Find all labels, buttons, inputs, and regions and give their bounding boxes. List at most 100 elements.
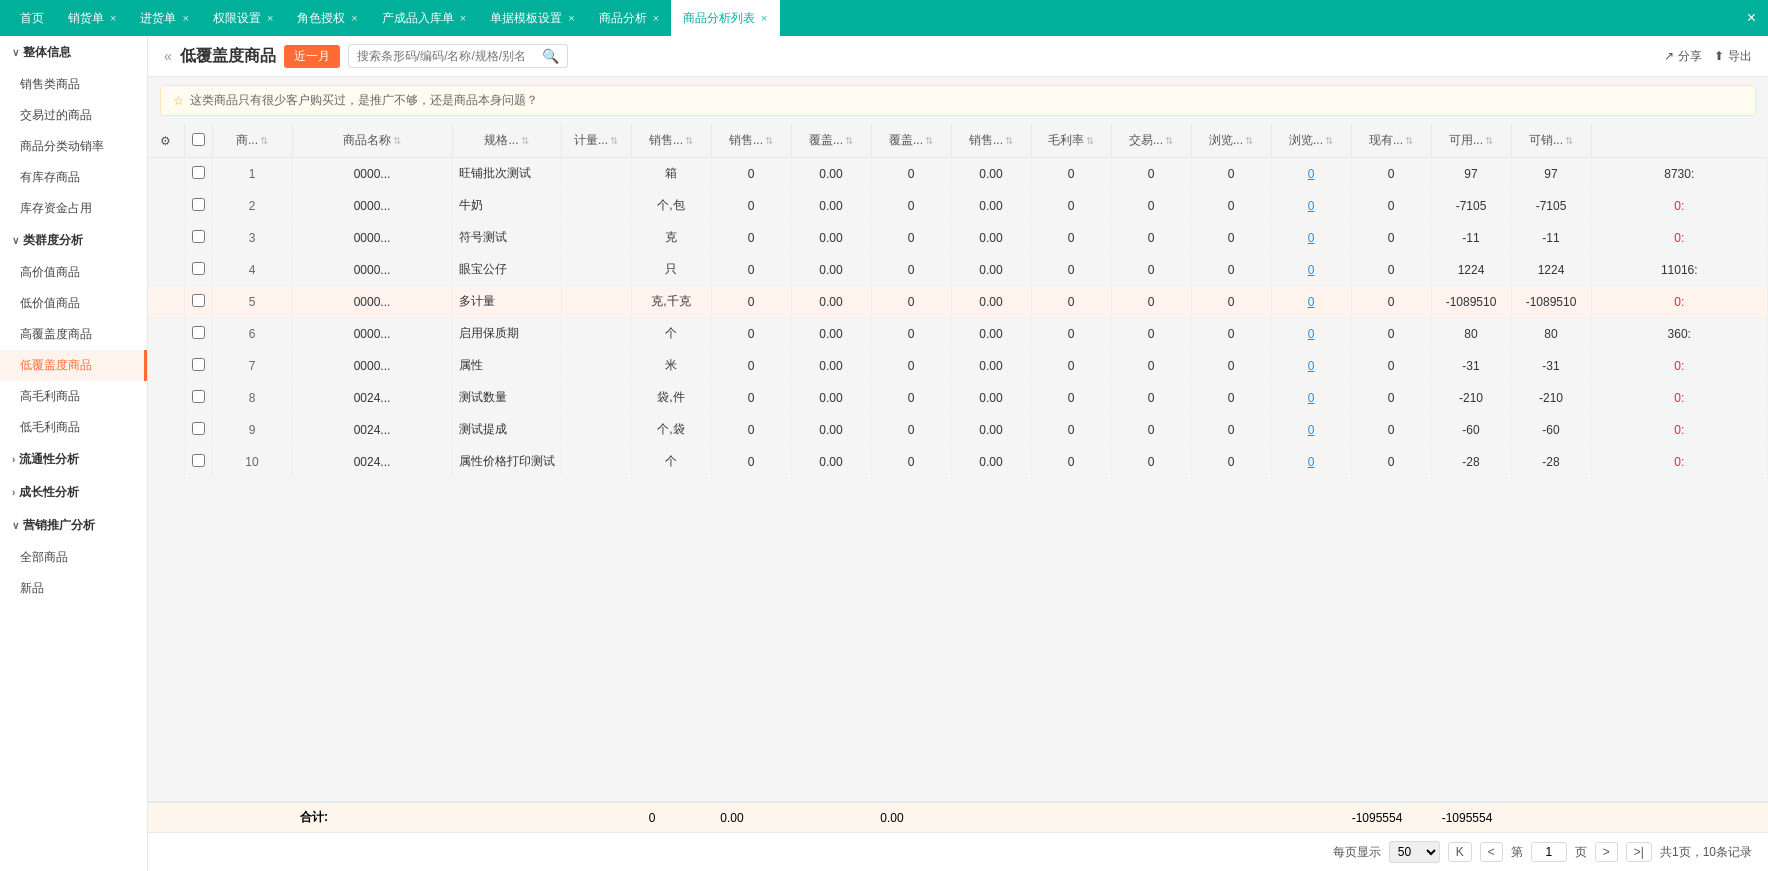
row-browse1[interactable]: 0: [1271, 382, 1351, 414]
col-sales-qty[interactable]: 销售...⇅: [631, 124, 711, 158]
per-page-select[interactable]: 50 100 200: [1389, 841, 1440, 863]
row-checkbox[interactable]: [184, 286, 212, 318]
sidebar-section-overall[interactable]: ∨ 整体信息: [0, 36, 147, 69]
row-select-checkbox[interactable]: [192, 358, 205, 371]
row-select-checkbox[interactable]: [192, 326, 205, 339]
close-icon[interactable]: ×: [267, 12, 273, 24]
row-browse1[interactable]: 0: [1271, 350, 1351, 382]
close-icon[interactable]: ×: [460, 12, 466, 24]
col-cover2[interactable]: 覆盖...⇅: [871, 124, 951, 158]
close-icon[interactable]: ×: [568, 12, 574, 24]
row-browse1[interactable]: 0: [1271, 414, 1351, 446]
row-select-checkbox[interactable]: [192, 262, 205, 275]
row-checkbox[interactable]: [184, 158, 212, 190]
col-margin[interactable]: 毛利率⇅: [1031, 124, 1111, 158]
row-checkbox[interactable]: [184, 414, 212, 446]
row-browse1[interactable]: 0: [1271, 190, 1351, 222]
row-select-checkbox[interactable]: [192, 230, 205, 243]
sidebar-item-high-coverage[interactable]: 高覆盖度商品: [0, 319, 147, 350]
export-button[interactable]: ⬆ 导出: [1714, 48, 1752, 65]
sidebar-item-all-goods[interactable]: 全部商品: [0, 542, 147, 573]
col-current[interactable]: 现有...⇅: [1351, 124, 1431, 158]
sidebar-section-growth[interactable]: › 成长性分析: [0, 476, 147, 509]
col-cover1[interactable]: 覆盖...⇅: [791, 124, 871, 158]
col-name[interactable]: 商品名称⇅: [292, 124, 452, 158]
sidebar-item-traded-goods[interactable]: 交易过的商品: [0, 100, 147, 131]
sidebar-item-low-value[interactable]: 低价值商品: [0, 288, 147, 319]
page-number-input[interactable]: [1531, 842, 1567, 862]
row-browse1[interactable]: 0: [1271, 158, 1351, 190]
product-table-container[interactable]: ⚙ 商...⇅ 商品名称⇅ 规格...⇅ 计量...⇅ 销售...⇅ 销售...…: [148, 124, 1768, 801]
nav-item-permissions[interactable]: 权限设置 ×: [201, 0, 285, 36]
row-select-checkbox[interactable]: [192, 390, 205, 403]
row-checkbox[interactable]: [184, 350, 212, 382]
close-icon[interactable]: ×: [182, 12, 188, 24]
col-sku[interactable]: 商...⇅: [212, 124, 292, 158]
row-checkbox[interactable]: [184, 446, 212, 478]
nav-item-template[interactable]: 单据模板设置 ×: [478, 0, 586, 36]
col-trade[interactable]: 交易...⇅: [1111, 124, 1191, 158]
sidebar-item-capital-usage[interactable]: 库存资金占用: [0, 193, 147, 224]
row-checkbox[interactable]: [184, 254, 212, 286]
sidebar-section-cluster[interactable]: ∨ 类群度分析: [0, 224, 147, 257]
nav-item-purchase[interactable]: 进货单 ×: [128, 0, 200, 36]
col-browse1[interactable]: 浏览...⇅: [1191, 124, 1271, 158]
time-filter-button[interactable]: 近一月: [284, 45, 340, 68]
row-select-checkbox[interactable]: [192, 198, 205, 211]
row-browse1[interactable]: 0: [1271, 222, 1351, 254]
col-sellable[interactable]: 可销...⇅: [1511, 124, 1591, 158]
row-select-checkbox[interactable]: [192, 294, 205, 307]
col-spec[interactable]: 规格...⇅: [452, 124, 561, 158]
row-select-checkbox[interactable]: [192, 454, 205, 467]
row-checkbox[interactable]: [184, 318, 212, 350]
close-icon[interactable]: ×: [110, 12, 116, 24]
row-name: 牛奶: [452, 190, 561, 222]
search-input[interactable]: [357, 49, 542, 63]
last-page-button[interactable]: >|: [1626, 842, 1652, 862]
sidebar-item-high-margin[interactable]: 高毛利商品: [0, 381, 147, 412]
col-unit[interactable]: 计量...⇅: [561, 124, 631, 158]
sidebar-item-new-goods[interactable]: 新品: [0, 573, 147, 604]
prev-page-button[interactable]: <: [1480, 842, 1503, 862]
row-browse1[interactable]: 0: [1271, 446, 1351, 478]
col-sales-amt[interactable]: 销售...⇅: [711, 124, 791, 158]
close-icon[interactable]: ×: [761, 12, 767, 24]
sidebar-item-in-stock[interactable]: 有库存商品: [0, 162, 147, 193]
close-icon[interactable]: ×: [653, 12, 659, 24]
col-gear[interactable]: ⚙: [148, 124, 184, 158]
nav-item-analytics[interactable]: 商品分析 ×: [587, 0, 671, 36]
sidebar-item-low-coverage[interactable]: 低覆盖度商品: [0, 350, 147, 381]
sidebar-item-category-rate[interactable]: 商品分类动销率: [0, 131, 147, 162]
nav-item-home[interactable]: 首页: [8, 0, 56, 36]
col-sales3[interactable]: 销售...⇅: [951, 124, 1031, 158]
close-all-tabs-button[interactable]: ×: [1743, 5, 1760, 31]
col-checkbox[interactable]: [184, 124, 212, 158]
nav-item-finished-goods[interactable]: 产成品入库单 ×: [370, 0, 478, 36]
sidebar-item-high-value[interactable]: 高价值商品: [0, 257, 147, 288]
select-all-checkbox[interactable]: [192, 133, 205, 146]
nav-item-sales[interactable]: 销货单 ×: [56, 0, 128, 36]
close-icon[interactable]: ×: [351, 12, 357, 24]
row-checkbox[interactable]: [184, 190, 212, 222]
first-page-button[interactable]: K: [1448, 842, 1472, 862]
sidebar-section-liquidity[interactable]: › 流通性分析: [0, 443, 147, 476]
sidebar-item-sales-goods[interactable]: 销售类商品: [0, 69, 147, 100]
row-checkbox[interactable]: [184, 222, 212, 254]
col-available[interactable]: 可用...⇅: [1431, 124, 1511, 158]
row-browse1[interactable]: 0: [1271, 286, 1351, 318]
row-select-checkbox[interactable]: [192, 422, 205, 435]
col-browse2[interactable]: 浏览...⇅: [1271, 124, 1351, 158]
sidebar-collapse-button[interactable]: «: [164, 48, 172, 64]
nav-item-analytics-list[interactable]: 商品分析列表 ×: [671, 0, 779, 36]
next-page-button[interactable]: >: [1595, 842, 1618, 862]
row-checkbox[interactable]: [184, 382, 212, 414]
search-icon[interactable]: 🔍: [542, 48, 559, 64]
sidebar-item-low-margin[interactable]: 低毛利商品: [0, 412, 147, 443]
share-button[interactable]: ↗ 分享: [1664, 48, 1702, 65]
row-browse1[interactable]: 0: [1271, 254, 1351, 286]
row-unit: 米: [631, 350, 711, 382]
sidebar-section-marketing[interactable]: ∨ 营销推广分析: [0, 509, 147, 542]
row-select-checkbox[interactable]: [192, 166, 205, 179]
nav-item-roles[interactable]: 角色授权 ×: [285, 0, 369, 36]
row-browse1[interactable]: 0: [1271, 318, 1351, 350]
